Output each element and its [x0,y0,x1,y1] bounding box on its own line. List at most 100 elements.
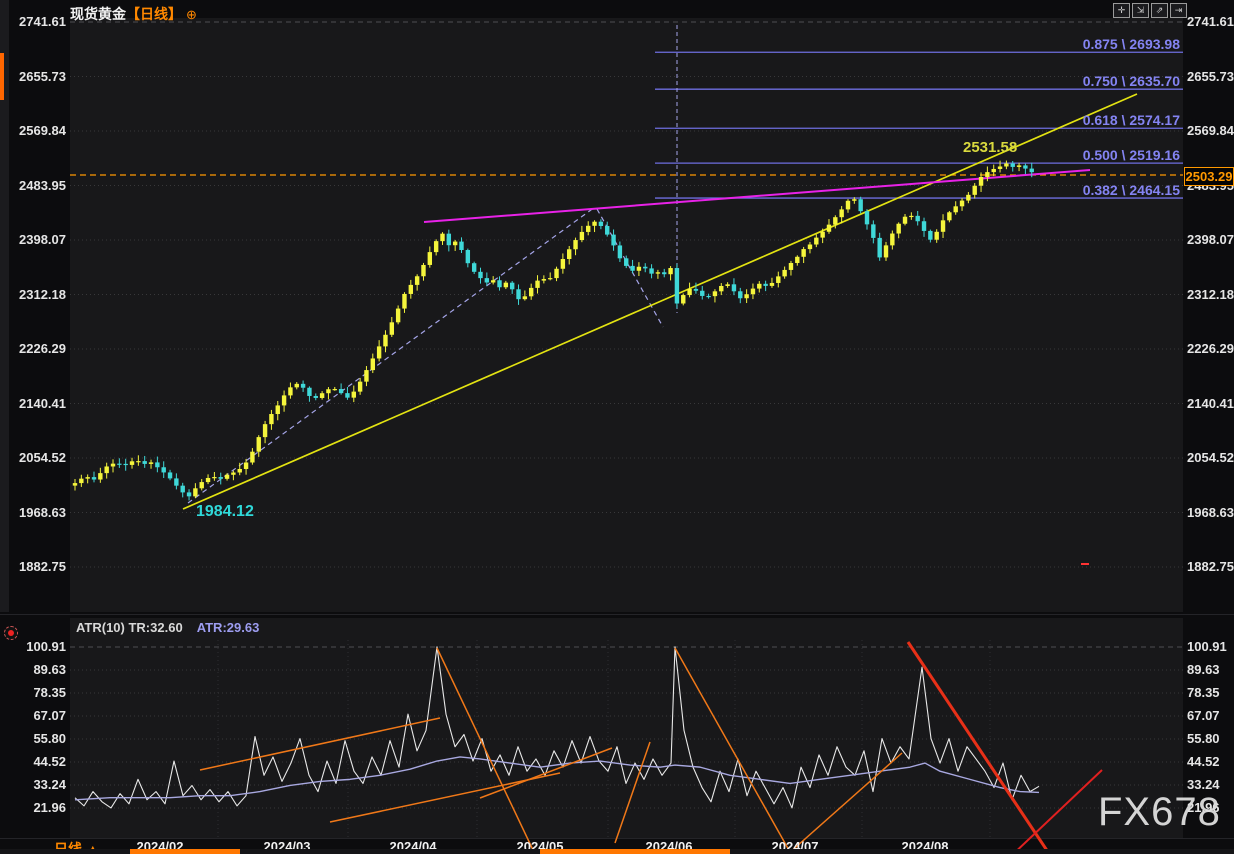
axis-tick: 67.07 [33,708,66,723]
candle-body [598,221,604,227]
watermark-logo: FX678 [1098,790,1221,834]
candle-body [136,461,141,463]
candle-body [465,250,471,264]
axis-tick: 55.80 [1187,731,1220,746]
candle-body [440,233,445,242]
candle-body [845,200,851,210]
axis-tick: 2483.95 [19,177,66,193]
axis-tick: 2398.07 [19,232,66,247]
candle-body [269,414,274,425]
candle-body [738,291,743,299]
candle-body [414,276,420,285]
candle-body [174,478,179,486]
chart-toolbar: ✛ ⇲ ⇗ ⇥ [1113,3,1187,18]
axis-tick: 2140.41 [19,395,66,411]
zoom-range-icon[interactable]: ⇲ [1132,3,1149,18]
candle-body [281,395,287,406]
candle-body [567,249,572,260]
candle-body [617,245,623,259]
candle-body [471,263,477,272]
candle-body [776,276,781,283]
candle-body [630,265,635,271]
settings-icon[interactable]: ⊕ [186,7,197,22]
candle-body [294,383,299,388]
candle-body [389,322,394,335]
candle-body [820,231,825,238]
candle-body [959,200,965,207]
candle-body [452,241,458,246]
candle-body [1029,168,1034,173]
candle-body [490,280,496,283]
candle-body [326,389,331,394]
period-tag: 【日线】 [126,6,182,22]
move-tool-icon[interactable]: ✛ [1113,3,1130,18]
axis-tick: 89.63 [1187,662,1220,677]
play-forward-icon[interactable]: ⇗ [1151,3,1168,18]
candle-body [364,370,369,382]
candle-body [978,176,984,186]
candle-body [224,474,230,479]
candle-body [554,268,559,279]
axis-tick: 2741.61 [19,14,66,29]
candle-body [1010,163,1015,167]
candle-body [839,209,844,218]
candle-body [852,199,857,201]
candle-body [383,334,388,347]
chart-title: 现货黄金【日线】 ⊕ [70,4,197,24]
candle-body [636,266,642,271]
candle-body [351,391,356,398]
trading-chart-app: 现货黄金【日线】 ⊕ ✛ ⇲ ⇗ ⇥ 2741.61 2655.73 2569.84 2483… [0,0,1234,854]
candle-body [186,492,192,497]
candle-body [668,268,673,275]
axis-tick: 55.80 [33,731,66,746]
candle-body [370,358,375,371]
candle-body [712,291,718,297]
atr-tr-value: ATR(10) TR:32.60 [76,620,183,635]
axis-tick: 2569.84 [19,123,66,138]
axis-tick: 2655.73 [1187,68,1234,84]
candle-body [649,268,654,274]
tr-line [74,646,1040,809]
axis-tick: 2312.18 [19,286,66,302]
candle-body [605,226,610,235]
candle-body [446,233,452,246]
candle-body [921,221,927,231]
axis-tick: 100.91 [1187,639,1227,654]
candle-body [674,268,680,304]
candle-body [757,283,762,289]
candle-body [687,288,692,296]
candle-body [858,199,863,212]
fib-level-label: 0.875 \ 2693.98 [1082,36,1180,53]
horizontal-scrollbar[interactable] [0,849,1234,854]
candle-body [167,472,173,479]
atr-line [74,756,1040,801]
candle-body [243,462,249,469]
atr-red-trendline [1011,769,1103,854]
indicator-alert-icon[interactable] [4,626,18,640]
candle-body [788,263,794,270]
axis-tick: 2140.41 [1187,395,1234,411]
candle-body [231,472,236,475]
candle-body [142,461,147,464]
candle-body [148,462,154,464]
candle-body [421,264,426,277]
axis-tick: 44.52 [1187,754,1220,769]
candle-body [256,437,261,452]
candle-body [110,463,116,467]
candle-body [693,288,699,291]
candle-body [85,477,90,479]
candle-body [624,258,629,266]
candle-body [560,259,566,269]
candle-body [731,284,737,292]
scrollbar-thumb[interactable] [540,849,730,854]
goto-end-icon[interactable]: ⇥ [1170,3,1187,18]
atr-atr-value: ATR:29.63 [196,620,260,635]
candle-body [934,231,939,240]
axis-tick: 2569.84 [1187,123,1234,138]
candle-body [611,234,616,246]
candle-body [643,266,648,269]
candle-body [681,295,686,304]
candle-body [161,467,166,473]
scrollbar-thumb[interactable] [130,849,240,854]
candle-body [313,395,318,398]
